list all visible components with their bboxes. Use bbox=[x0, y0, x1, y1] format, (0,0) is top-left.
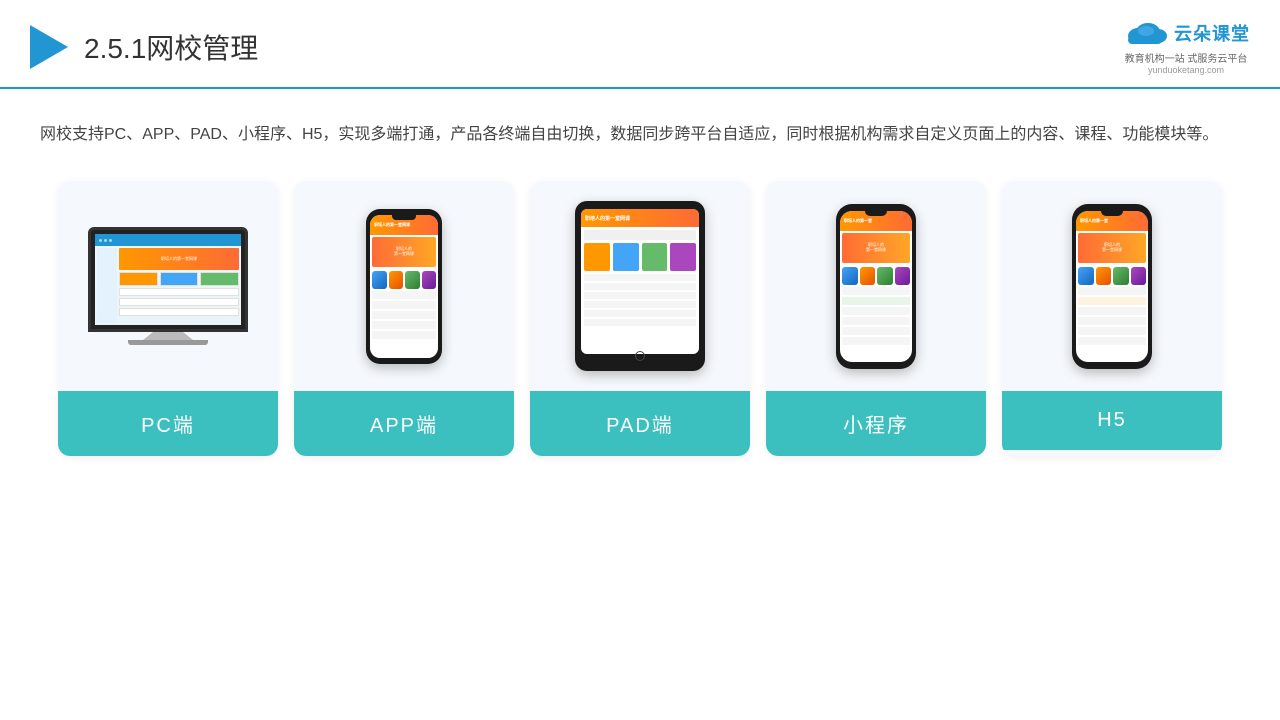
miniprogram-banner: 职培人的第一堂网课 bbox=[842, 233, 910, 263]
pad-mockup: 职培人的第一堂网课 bbox=[575, 201, 705, 371]
pc-dot-3 bbox=[109, 239, 112, 242]
pad-rows bbox=[584, 274, 696, 326]
card-pc: 职培人的第一堂网课 bbox=[58, 181, 278, 456]
main-content: 网校支持PC、APP、PAD、小程序、H5，实现多端打通，产品各终端自由切换，数… bbox=[0, 89, 1280, 476]
header: 2.5.1网校管理 云朵课堂 教育机构一站 式服务云平台 yunduoketan… bbox=[0, 0, 1280, 89]
h5-content: 职培人的第一堂网课 bbox=[1076, 231, 1148, 347]
description-text: 网校支持PC、APP、PAD、小程序、H5，实现多端打通，产品各终端自由切换，数… bbox=[40, 119, 1240, 151]
pc-sidebar-mock bbox=[97, 248, 117, 323]
h5-screen: 职培人的第一堂 职培人的第一堂网课 bbox=[1076, 211, 1148, 362]
logo-url: yunduoketang.com bbox=[1148, 65, 1224, 75]
miniprogram-screen: 职培人的第一堂 职培人的第一堂网课 bbox=[840, 211, 912, 362]
phone-banner: 职培人的第一堂网课 bbox=[372, 237, 436, 267]
card-miniprogram-image: 职培人的第一堂 职培人的第一堂网课 bbox=[766, 181, 986, 391]
phone-notch-top bbox=[865, 211, 887, 216]
card-pad: 职培人的第一堂网课 bbox=[530, 181, 750, 456]
pc-body: 职培人的第一堂网课 bbox=[95, 246, 241, 325]
logo-area: 云朵课堂 教育机构一站 式服务云平台 yunduoketang.com bbox=[1122, 18, 1250, 75]
card-miniprogram-label: 小程序 bbox=[766, 391, 986, 456]
card-pad-image: 职培人的第一堂网课 bbox=[530, 181, 750, 391]
page-title: 2.5.1网校管理 bbox=[84, 27, 258, 67]
h5-phone-mockup: 职培人的第一堂 职培人的第一堂网课 bbox=[1072, 204, 1152, 369]
pad-cards-row bbox=[584, 243, 696, 271]
h5-icons-row bbox=[1078, 267, 1146, 285]
pc-screen-outer: 职培人的第一堂网课 bbox=[88, 227, 248, 332]
pad-content bbox=[581, 227, 699, 329]
card-h5: 职培人的第一堂 职培人的第一堂网课 bbox=[1002, 181, 1222, 456]
pad-home-btn bbox=[635, 351, 645, 361]
card-app: 职培人的第一堂网课 职培人的第一堂网课 bbox=[294, 181, 514, 456]
pad-screen: 职培人的第一堂网课 bbox=[581, 209, 699, 354]
logo-cloud: 云朵课堂 bbox=[1122, 18, 1250, 48]
pc-topbar bbox=[95, 234, 241, 246]
pc-screen-inner: 职培人的第一堂网课 bbox=[95, 234, 241, 325]
pc-cards-row bbox=[119, 272, 239, 286]
h5-phone-notch-top bbox=[1101, 211, 1123, 216]
pc-mockup: 职培人的第一堂网课 bbox=[88, 227, 248, 345]
card-h5-label: H5 bbox=[1002, 391, 1222, 450]
card-h5-image: 职培人的第一堂 职培人的第一堂网课 bbox=[1002, 181, 1222, 391]
card-app-label: APP端 bbox=[294, 391, 514, 456]
card-pc-image: 职培人的第一堂网课 bbox=[58, 181, 278, 391]
pad-screen-top: 职培人的第一堂网课 bbox=[581, 209, 699, 227]
cards-container: 职培人的第一堂网课 bbox=[40, 181, 1240, 456]
logo-text: 云朵课堂 bbox=[1174, 20, 1250, 46]
card-pc-label: PC端 bbox=[58, 391, 278, 456]
pc-main-mock: 职培人的第一堂网课 bbox=[119, 248, 239, 323]
app-phone-mockup: 职培人的第一堂网课 职培人的第一堂网课 bbox=[366, 209, 442, 364]
phone-icons-row bbox=[372, 271, 436, 289]
miniprogram-content: 职培人的第一堂网课 bbox=[840, 231, 912, 347]
header-left: 2.5.1网校管理 bbox=[30, 25, 258, 69]
pc-dot-1 bbox=[99, 239, 102, 242]
h5-banner: 职培人的第一堂网课 bbox=[1078, 233, 1146, 263]
pc-base bbox=[128, 340, 208, 345]
phone-screen: 职培人的第一堂网课 职培人的第一堂网课 bbox=[370, 215, 438, 358]
miniprogram-phone-mockup: 职培人的第一堂 职培人的第一堂网课 bbox=[836, 204, 916, 369]
pc-dot-2 bbox=[104, 239, 107, 242]
cloud-logo-icon bbox=[1122, 18, 1168, 48]
pc-banner: 职培人的第一堂网课 bbox=[119, 248, 239, 270]
card-app-image: 职培人的第一堂网课 职培人的第一堂网课 bbox=[294, 181, 514, 391]
card-pad-label: PAD端 bbox=[530, 391, 750, 456]
logo-subtitle: 教育机构一站 式服务云平台 bbox=[1125, 50, 1248, 65]
phone-content: 职培人的第一堂网课 bbox=[370, 235, 438, 341]
card-miniprogram: 职培人的第一堂 职培人的第一堂网课 bbox=[766, 181, 986, 456]
pc-stand bbox=[143, 332, 193, 340]
play-icon bbox=[30, 25, 68, 69]
phone-notch bbox=[392, 215, 416, 220]
miniprogram-icons-row bbox=[842, 267, 910, 285]
